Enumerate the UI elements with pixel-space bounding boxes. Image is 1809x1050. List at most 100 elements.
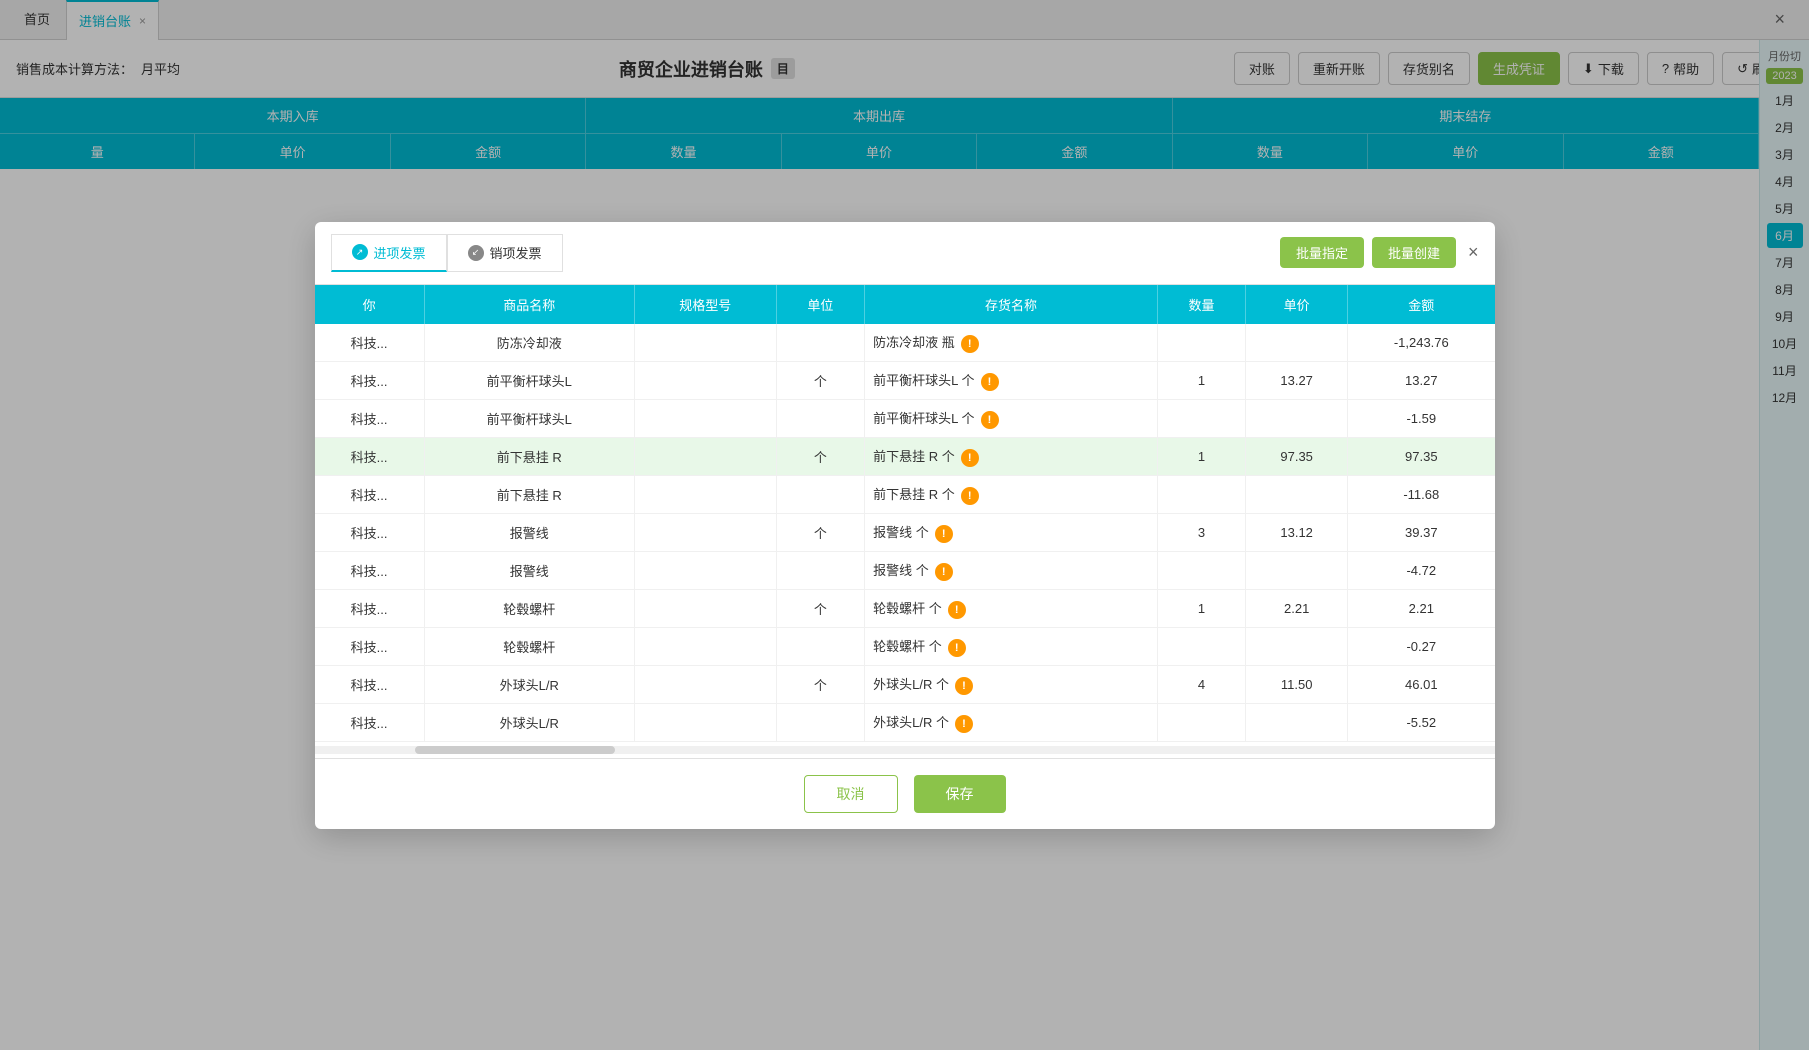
cell-qty [1157,703,1245,741]
modal-header-actions: 批量指定 批量创建 [1280,237,1456,268]
cell-unit [776,627,864,665]
warning-icon: ! [948,639,966,657]
cell-spec [634,589,776,627]
batch-create-button[interactable]: 批量创建 [1372,237,1456,268]
cell-price [1246,551,1348,589]
cell-product: 外球头L/R [424,665,634,703]
cell-unit: 个 [776,589,864,627]
th-qty: 数量 [1157,285,1245,324]
table-row: 科技...报警线个报警线 个!313.1239.37 [315,513,1495,551]
cell-qty: 4 [1157,665,1245,703]
cell-inventory: 前下悬挂 R 个! [865,475,1158,513]
th-price: 单价 [1246,285,1348,324]
warning-icon: ! [955,715,973,733]
cell-qty [1157,551,1245,589]
cell-spec [634,399,776,437]
cell-product: 前下悬挂 R [424,475,634,513]
table-row: 科技...前下悬挂 R 前下悬挂 R 个! -11.68 [315,475,1495,513]
th-amount: 金额 [1348,285,1495,324]
cell-inventory: 防冻冷却液 瓶! [865,324,1158,362]
cell-inventory: 前下悬挂 R 个! [865,437,1158,475]
scroll-thumb[interactable] [415,746,615,754]
th-product: 商品名称 [424,285,634,324]
tab-out-invoice[interactable]: ↙ 销项发票 [447,234,563,272]
modal-close-button[interactable]: × [1468,242,1479,263]
cell-spec [634,361,776,399]
cell-unit: 个 [776,437,864,475]
cell-price [1246,399,1348,437]
cell-price: 2.21 [1246,589,1348,627]
cancel-button[interactable]: 取消 [804,775,898,813]
cell-amount: -1.59 [1348,399,1495,437]
cell-company: 科技... [315,627,425,665]
cell-product: 轮毂螺杆 [424,627,634,665]
cell-amount: 2.21 [1348,589,1495,627]
th-company: 你 [315,285,425,324]
cell-inventory: 外球头L/R 个! [865,703,1158,741]
cell-inventory: 前平衡杆球头L 个! [865,399,1158,437]
cell-company: 科技... [315,437,425,475]
cell-amount: -0.27 [1348,627,1495,665]
cell-spec [634,324,776,362]
cell-company: 科技... [315,589,425,627]
cell-product: 报警线 [424,513,634,551]
table-row: 科技...前下悬挂 R个前下悬挂 R 个!197.3597.35 [315,437,1495,475]
cell-spec [634,437,776,475]
cell-qty [1157,627,1245,665]
table-header-row: 你 商品名称 规格型号 单位 存货名称 数量 单价 金额 [315,285,1495,324]
cell-price: 97.35 [1246,437,1348,475]
cell-spec [634,513,776,551]
table-row: 科技...前平衡杆球头L 前平衡杆球头L 个! -1.59 [315,399,1495,437]
warning-icon: ! [935,525,953,543]
table-row: 科技...外球头L/R个外球头L/R 个!411.5046.01 [315,665,1495,703]
cell-company: 科技... [315,475,425,513]
cell-price: 13.27 [1246,361,1348,399]
cell-product: 前下悬挂 R [424,437,634,475]
warning-icon: ! [961,335,979,353]
th-unit: 单位 [776,285,864,324]
table-row: 科技...防冻冷却液防冻冷却液 瓶!-1,243.76 [315,324,1495,362]
cell-inventory: 外球头L/R 个! [865,665,1158,703]
cell-unit: 个 [776,665,864,703]
h-scrollbar[interactable] [315,746,1495,754]
cell-amount: -5.52 [1348,703,1495,741]
cell-unit [776,551,864,589]
cell-qty: 1 [1157,437,1245,475]
modal-footer: 取消 保存 [315,758,1495,829]
cell-product: 前平衡杆球头L [424,399,634,437]
cell-price [1246,475,1348,513]
table-row: 科技...外球头L/R外球头L/R 个!-5.52 [315,703,1495,741]
cell-unit [776,399,864,437]
modal-table: 你 商品名称 规格型号 单位 存货名称 数量 单价 金额 科技...防冻冷却液防… [315,285,1495,742]
tab-in-icon: ↗ [352,244,368,260]
cell-company: 科技... [315,513,425,551]
cell-spec [634,703,776,741]
warning-icon: ! [955,677,973,695]
save-button[interactable]: 保存 [914,775,1006,813]
tab-in-invoice[interactable]: ↗ 进项发票 [331,234,447,272]
batch-assign-button[interactable]: 批量指定 [1280,237,1364,268]
th-inventory: 存货名称 [865,285,1158,324]
cell-spec [634,665,776,703]
cell-company: 科技... [315,399,425,437]
cell-product: 轮毂螺杆 [424,589,634,627]
cell-spec [634,475,776,513]
cell-company: 科技... [315,703,425,741]
cell-amount: -11.68 [1348,475,1495,513]
cell-amount: 46.01 [1348,665,1495,703]
cell-company: 科技... [315,361,425,399]
cell-company: 科技... [315,665,425,703]
table-row: 科技...报警线报警线 个!-4.72 [315,551,1495,589]
cell-amount: -1,243.76 [1348,324,1495,362]
cell-price [1246,703,1348,741]
cell-qty: 3 [1157,513,1245,551]
table-row: 科技...前平衡杆球头L个前平衡杆球头L 个!113.2713.27 [315,361,1495,399]
cell-amount: 97.35 [1348,437,1495,475]
cell-inventory: 报警线 个! [865,551,1158,589]
tab-out-label: 销项发票 [490,243,542,262]
cell-qty: 1 [1157,589,1245,627]
cell-qty: 1 [1157,361,1245,399]
modal: ↗ 进项发票 ↙ 销项发票 批量指定 批量创建 × 你 商品名称 [315,222,1495,829]
warning-icon: ! [981,373,999,391]
cell-inventory: 报警线 个! [865,513,1158,551]
